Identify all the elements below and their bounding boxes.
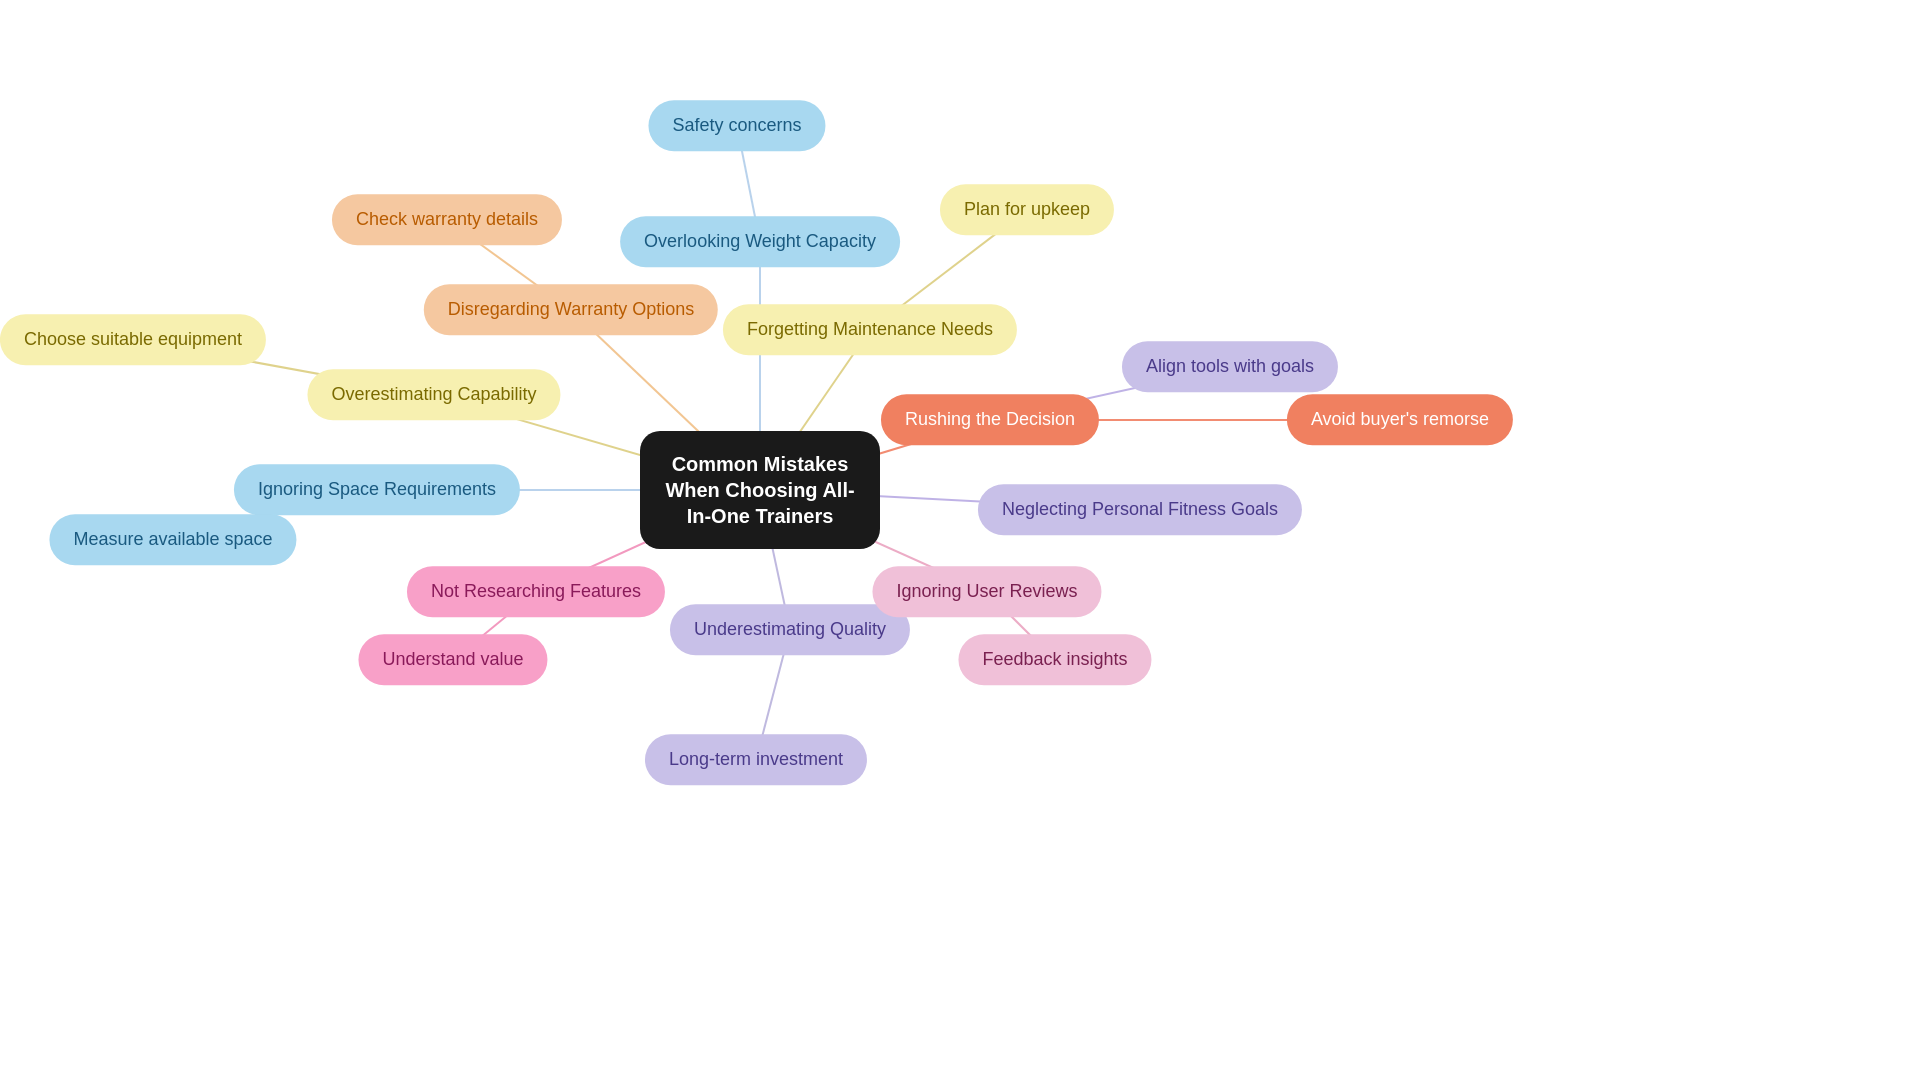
mindmap-container: Common Mistakes When Choosing All-In-One…	[0, 0, 1920, 1083]
node-fitness: Neglecting Personal Fitness Goals	[978, 484, 1302, 535]
center-node: Common Mistakes When Choosing All-In-One…	[640, 431, 880, 549]
node-warranty: Disregarding Warranty Options	[424, 284, 718, 335]
node-capability: Overestimating Capability	[307, 369, 560, 420]
node-upkeep: Plan for upkeep	[940, 184, 1114, 235]
node-remorse: Avoid buyer's remorse	[1287, 394, 1513, 445]
node-rushing: Rushing the Decision	[881, 394, 1099, 445]
node-align: Align tools with goals	[1122, 341, 1338, 392]
node-value: Understand value	[358, 634, 547, 685]
node-features: Not Researching Features	[407, 566, 665, 617]
node-weight: Overlooking Weight Capacity	[620, 216, 900, 267]
node-safety: Safety concerns	[648, 100, 825, 151]
node-quality: Underestimating Quality	[670, 604, 910, 655]
node-space: Ignoring Space Requirements	[234, 464, 520, 515]
node-reviews: Ignoring User Reviews	[872, 566, 1101, 617]
node-warranty-check: Check warranty details	[332, 194, 562, 245]
node-feedback: Feedback insights	[958, 634, 1151, 685]
node-suitable: Choose suitable equipment	[0, 314, 266, 365]
node-measure: Measure available space	[49, 514, 296, 565]
node-longterm: Long-term investment	[645, 734, 867, 785]
node-maintenance: Forgetting Maintenance Needs	[723, 304, 1017, 355]
